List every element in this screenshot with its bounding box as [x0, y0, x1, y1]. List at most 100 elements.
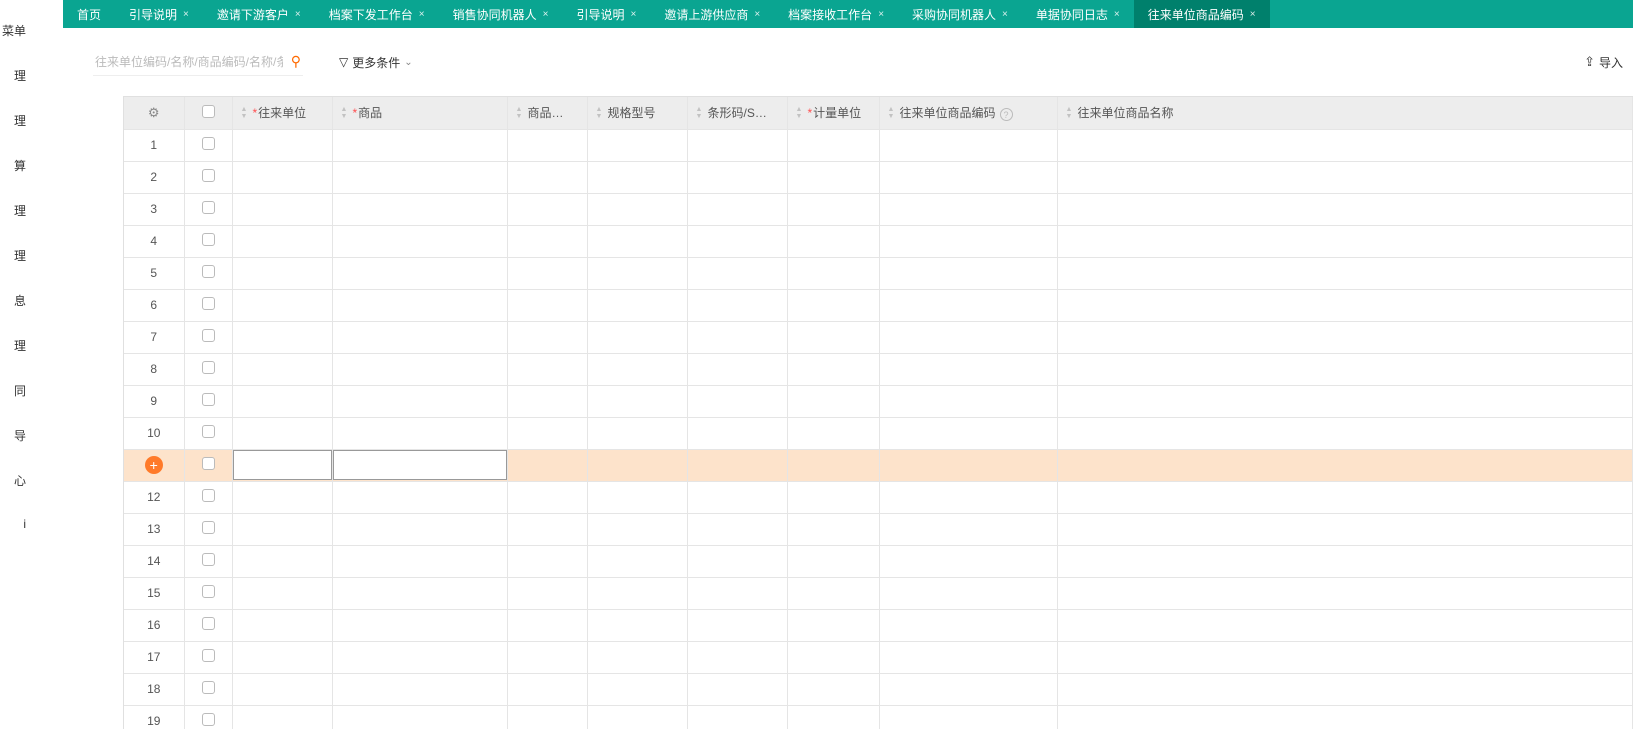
tab-0[interactable]: 首页	[63, 0, 115, 28]
cell[interactable]	[787, 225, 879, 257]
row-checkbox[interactable]	[202, 457, 215, 470]
row-checkbox[interactable]	[202, 521, 215, 534]
cell[interactable]	[879, 577, 1057, 609]
cell[interactable]	[332, 513, 507, 545]
cell[interactable]	[1057, 193, 1633, 225]
cell[interactable]	[232, 289, 332, 321]
sidebar-item-9[interactable]: 导	[0, 413, 30, 458]
col-code[interactable]: 往来单位商品编码?	[879, 97, 1057, 129]
cell[interactable]	[787, 385, 879, 417]
sidebar-item-7[interactable]: 理	[0, 323, 30, 368]
cell[interactable]	[787, 609, 879, 641]
sidebar-item-3[interactable]: 算	[0, 143, 30, 188]
cell[interactable]	[507, 257, 587, 289]
cell[interactable]	[687, 321, 787, 353]
cell[interactable]	[587, 513, 687, 545]
table-row[interactable]: 8	[124, 353, 1633, 385]
cell[interactable]	[332, 641, 507, 673]
close-icon[interactable]: ×	[419, 9, 425, 20]
cell[interactable]	[332, 161, 507, 193]
table-row[interactable]: 9	[124, 385, 1633, 417]
cell[interactable]	[1057, 609, 1633, 641]
table-row[interactable]: 15	[124, 577, 1633, 609]
table-row[interactable]: 16	[124, 609, 1633, 641]
close-icon[interactable]: ×	[630, 9, 636, 20]
cell[interactable]	[332, 417, 507, 449]
cell[interactable]	[507, 321, 587, 353]
cell[interactable]	[787, 513, 879, 545]
cell[interactable]	[687, 673, 787, 705]
cell[interactable]	[1057, 641, 1633, 673]
cell[interactable]	[587, 289, 687, 321]
cell[interactable]	[332, 225, 507, 257]
search-input[interactable]	[93, 51, 303, 73]
cell[interactable]	[687, 129, 787, 161]
cell[interactable]	[879, 129, 1057, 161]
cell[interactable]	[687, 705, 787, 729]
sidebar-item-2[interactable]: 理	[0, 98, 30, 143]
cell[interactable]	[507, 577, 587, 609]
close-icon[interactable]: ×	[295, 9, 301, 20]
cell[interactable]	[879, 449, 1057, 481]
tab-8[interactable]: 采购协同机器人×	[898, 0, 1022, 28]
tab-9[interactable]: 单据协同日志×	[1022, 0, 1134, 28]
table-row[interactable]: 2	[124, 161, 1633, 193]
cell[interactable]	[879, 193, 1057, 225]
cell[interactable]	[232, 353, 332, 385]
cell[interactable]	[232, 673, 332, 705]
row-checkbox[interactable]	[202, 553, 215, 566]
cell[interactable]	[587, 417, 687, 449]
sidebar-item-5[interactable]: 理	[0, 233, 30, 278]
cell[interactable]	[787, 129, 879, 161]
row-checkbox[interactable]	[202, 265, 215, 278]
cell[interactable]	[687, 417, 787, 449]
export-button[interactable]: ⇪ 导入	[1584, 42, 1623, 82]
cell[interactable]	[687, 513, 787, 545]
cell[interactable]	[879, 225, 1057, 257]
cell[interactable]	[787, 673, 879, 705]
sidebar-item-4[interactable]: 理	[0, 188, 30, 233]
cell[interactable]	[587, 353, 687, 385]
row-checkbox[interactable]	[202, 713, 215, 726]
cell[interactable]	[332, 193, 507, 225]
cell[interactable]	[687, 353, 787, 385]
cell[interactable]	[232, 641, 332, 673]
row-checkbox[interactable]	[202, 201, 215, 214]
tab-10[interactable]: 往来单位商品编码×	[1134, 0, 1270, 28]
cell[interactable]	[507, 417, 587, 449]
cell[interactable]	[232, 193, 332, 225]
tab-3[interactable]: 档案下发工作台×	[315, 0, 439, 28]
cell[interactable]	[332, 353, 507, 385]
cell[interactable]	[332, 257, 507, 289]
table-row[interactable]: 14	[124, 545, 1633, 577]
cell[interactable]	[1057, 353, 1633, 385]
cell[interactable]	[1057, 257, 1633, 289]
cell[interactable]	[507, 513, 587, 545]
cell[interactable]	[232, 161, 332, 193]
cell[interactable]	[1057, 481, 1633, 513]
cell[interactable]	[879, 417, 1057, 449]
table-row[interactable]: 13	[124, 513, 1633, 545]
col-measure[interactable]: *计量单位	[787, 97, 879, 129]
row-checkbox[interactable]	[202, 233, 215, 246]
row-checkbox[interactable]	[202, 585, 215, 598]
row-checkbox[interactable]	[202, 681, 215, 694]
cell[interactable]	[687, 641, 787, 673]
table-row[interactable]: 1	[124, 129, 1633, 161]
cell[interactable]	[787, 641, 879, 673]
cell[interactable]	[787, 705, 879, 729]
cell[interactable]	[587, 225, 687, 257]
tab-7[interactable]: 档案接收工作台×	[774, 0, 898, 28]
cell[interactable]	[232, 513, 332, 545]
cell[interactable]	[787, 545, 879, 577]
cell[interactable]	[232, 449, 332, 481]
cell[interactable]	[232, 545, 332, 577]
cell[interactable]	[332, 673, 507, 705]
cell[interactable]	[879, 481, 1057, 513]
cell[interactable]	[587, 161, 687, 193]
sidebar-item-10[interactable]: 心	[0, 458, 30, 503]
product-input[interactable]	[333, 450, 507, 480]
cell[interactable]	[1057, 161, 1633, 193]
cell[interactable]	[232, 321, 332, 353]
cell[interactable]	[879, 257, 1057, 289]
